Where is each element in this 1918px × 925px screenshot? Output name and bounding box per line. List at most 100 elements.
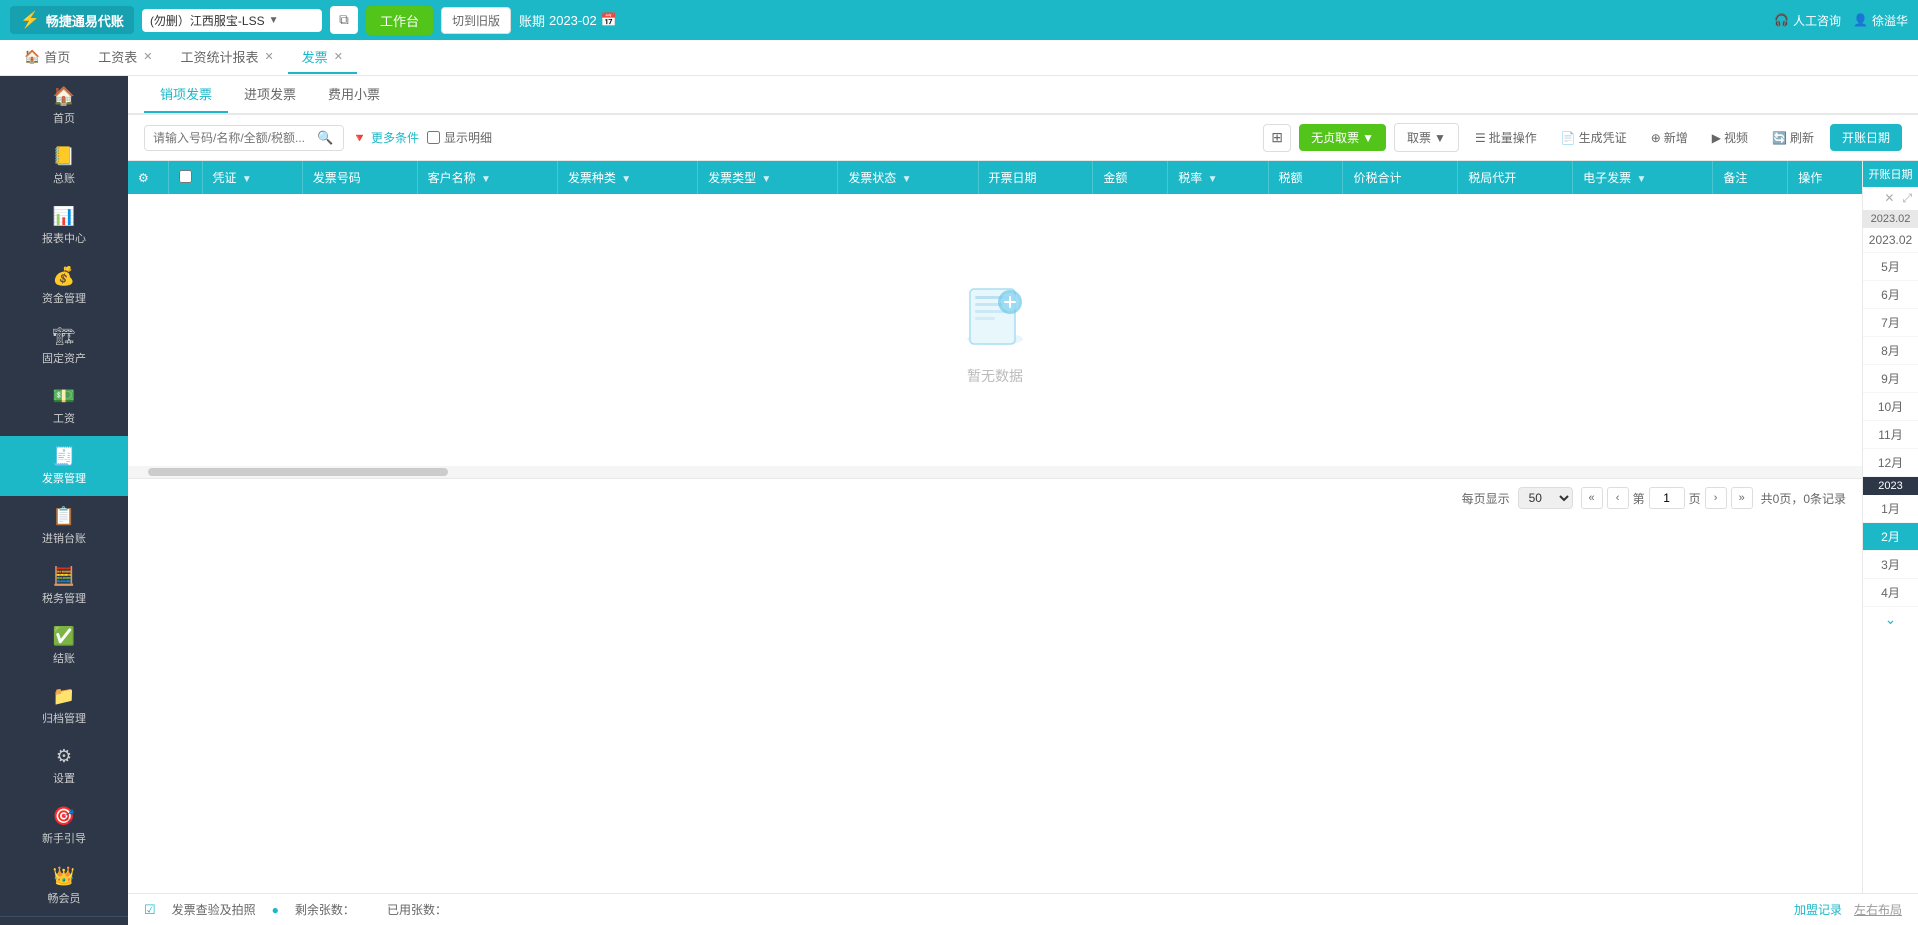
period-month-item-2023-02[interactable]: 2023.02 [1863, 228, 1918, 253]
new-button[interactable]: ⊕ 新增 [1643, 124, 1696, 151]
tab-invoice[interactable]: 发票 ✕ [288, 41, 357, 74]
close-period-panel-icon[interactable]: ✕ [1880, 189, 1898, 208]
sidebar-item-sales-ledger[interactable]: 📋 进销台账 [0, 496, 128, 556]
dec-label: 12月 [1878, 456, 1903, 470]
maximize-period-panel-icon[interactable]: ⤢ [1898, 189, 1916, 208]
last-page-button[interactable]: » [1731, 487, 1753, 509]
tab-payroll-stats-close[interactable]: ✕ [264, 50, 273, 63]
sidebar-item-guide[interactable]: 🎯 新手引导 [0, 796, 128, 856]
video-label: 视频 [1724, 129, 1748, 146]
tab-payroll-stats[interactable]: 工资统计报表 ✕ [166, 41, 287, 74]
generate-voucher-button[interactable]: 📄 生成凭证 [1553, 124, 1635, 151]
sidebar-item-archive[interactable]: 📁 归档管理 [0, 676, 128, 736]
scrollbar-thumb[interactable] [148, 468, 448, 476]
period-month-mar-2023[interactable]: 3月 [1863, 551, 1918, 579]
grid-view-button[interactable]: ⊞ [1263, 124, 1291, 152]
th-amount: 金额 [1093, 161, 1168, 194]
show-detail-check[interactable]: 显示明细 [427, 129, 492, 146]
sidebar-home-label: 首页 [53, 110, 75, 126]
sidebar-reports-label: 报表中心 [42, 230, 86, 246]
service-button[interactable]: 🎧 人工咨询 [1774, 12, 1841, 29]
tab-payroll[interactable]: 工资表 ✕ [84, 41, 166, 74]
invoice-type-filter-icon[interactable]: ▼ [621, 174, 631, 185]
sidebar-item-home[interactable]: 🏠 首页 [0, 76, 128, 136]
period-month-nov[interactable]: 11月 [1863, 421, 1918, 449]
sidebar-item-payroll[interactable]: 💵 工资 [0, 376, 128, 436]
oct-label: 10月 [1878, 400, 1903, 414]
sidebar-item-funds[interactable]: 💰 资金管理 [0, 256, 128, 316]
refresh-button[interactable]: 🔄 刷新 [1764, 124, 1822, 151]
sub-tab-sales-invoice[interactable]: 销项发票 [144, 76, 228, 113]
prev-page-button[interactable]: ‹ [1607, 487, 1629, 509]
pagination-bar: 每页显示 50 100 200 « ‹ 第 页 › » [128, 478, 1862, 517]
no-deduct-ticket-button[interactable]: 无贞取票 ▼ [1299, 124, 1386, 151]
join-record-link[interactable]: 加盟记录 [1794, 901, 1842, 918]
period-month-feb-2023[interactable]: 2月 [1863, 523, 1918, 551]
batch-ops-button[interactable]: ☰ 批量操作 [1467, 124, 1545, 151]
invoice-table: ⚙ 凭证 ▼ 发票号码 [128, 161, 1862, 466]
tab-payroll-label: 工资表 [98, 47, 137, 66]
tab-payroll-close[interactable]: ✕ [143, 50, 152, 63]
open-period-button[interactable]: 开账日期 [1830, 124, 1902, 151]
period-month-jun[interactable]: 6月 [1863, 281, 1918, 309]
take-ticket-button[interactable]: 取票 ▼ [1394, 123, 1459, 152]
sidebar-item-close[interactable]: ✅ 结账 [0, 616, 128, 676]
page-number-input[interactable] [1649, 487, 1685, 509]
period-month-sep[interactable]: 9月 [1863, 365, 1918, 393]
sidebar-item-reports[interactable]: 📊 报表中心 [0, 196, 128, 256]
th-checkbox[interactable] [168, 161, 202, 194]
period-month-jan-2023[interactable]: 1月 [1863, 495, 1918, 523]
layout-link[interactable]: 左右布局 [1854, 901, 1902, 918]
workspace-button[interactable]: 工作台 [366, 6, 433, 35]
user-avatar-icon: 👤 [1853, 13, 1868, 27]
first-page-button[interactable]: « [1581, 487, 1603, 509]
per-page-select[interactable]: 50 100 200 [1518, 487, 1573, 509]
next-page-button[interactable]: › [1705, 487, 1727, 509]
sidebar-guide-label: 新手引导 [42, 830, 86, 846]
sidebar-item-settings[interactable]: ⚙ 设置 [0, 736, 128, 796]
period-month-jul[interactable]: 7月 [1863, 309, 1918, 337]
tab-home[interactable]: 🏠 首页 [10, 41, 84, 74]
tab-invoice-label: 发票 [302, 47, 328, 66]
invoice-status-filter-icon[interactable]: ▼ [902, 174, 912, 185]
refresh-label: 刷新 [1790, 129, 1814, 146]
payroll-icon: 💵 [53, 386, 75, 407]
period-header[interactable]: 开账日期 [1863, 161, 1918, 187]
e-invoice-filter-icon[interactable]: ▼ [1636, 174, 1646, 185]
sidebar-item-ledger[interactable]: 📒 总账 [0, 136, 128, 196]
voucher-filter-icon[interactable]: ▼ [242, 174, 252, 185]
video-button[interactable]: ▶ 视频 [1704, 124, 1756, 151]
select-all-checkbox[interactable] [179, 170, 192, 183]
period-month-may[interactable]: 5月 [1863, 253, 1918, 281]
period-month-dec[interactable]: 12月 [1863, 449, 1918, 477]
switch-old-button[interactable]: 切到旧版 [441, 7, 511, 34]
filter-button[interactable]: 🔻 更多条件 [352, 129, 419, 146]
company-selector[interactable]: (勿删）江西服宝-LSS ▼ [142, 9, 322, 32]
down-arrow-icon: ⌄ [1885, 611, 1897, 627]
chevron-down-icon: ▼ [269, 15, 279, 26]
invoice-category-filter-icon[interactable]: ▼ [761, 174, 771, 185]
sub-tab-expense-receipt[interactable]: 费用小票 [312, 76, 396, 113]
total-records: 共0页，0条记录 [1761, 490, 1846, 507]
user-info[interactable]: 👤 徐溢华 [1853, 12, 1908, 29]
tax-rate-filter-icon[interactable]: ▼ [1208, 174, 1218, 185]
sidebar-item-invoice-mgmt[interactable]: 🧾 发票管理 [0, 436, 128, 496]
sidebar-item-member[interactable]: 👑 畅会员 [0, 856, 128, 916]
settings-icon: ⚙ [56, 746, 72, 767]
sidebar-item-assets[interactable]: 🏗 固定资产 [0, 316, 128, 376]
period-month-apr-2023[interactable]: 4月 [1863, 579, 1918, 607]
period-month-aug[interactable]: 8月 [1863, 337, 1918, 365]
copy-button[interactable]: ⧉ [330, 6, 358, 34]
search-input[interactable] [153, 131, 313, 145]
archive-icon: 📁 [53, 686, 75, 707]
period-month-oct[interactable]: 10月 [1863, 393, 1918, 421]
sidebar-collapse-btn[interactable]: ◀ 收起固定 [0, 917, 128, 925]
sub-tab-purchase-invoice[interactable]: 进项发票 [228, 76, 312, 113]
period-nav-down[interactable]: ⌄ [1863, 607, 1918, 632]
horizontal-scrollbar[interactable] [128, 466, 1862, 478]
customer-filter-icon[interactable]: ▼ [481, 174, 491, 185]
show-detail-checkbox[interactable] [427, 131, 440, 144]
headset-icon: 🎧 [1774, 13, 1789, 27]
sidebar-item-tax[interactable]: 🧮 税务管理 [0, 556, 128, 616]
tab-invoice-close[interactable]: ✕ [334, 50, 343, 63]
